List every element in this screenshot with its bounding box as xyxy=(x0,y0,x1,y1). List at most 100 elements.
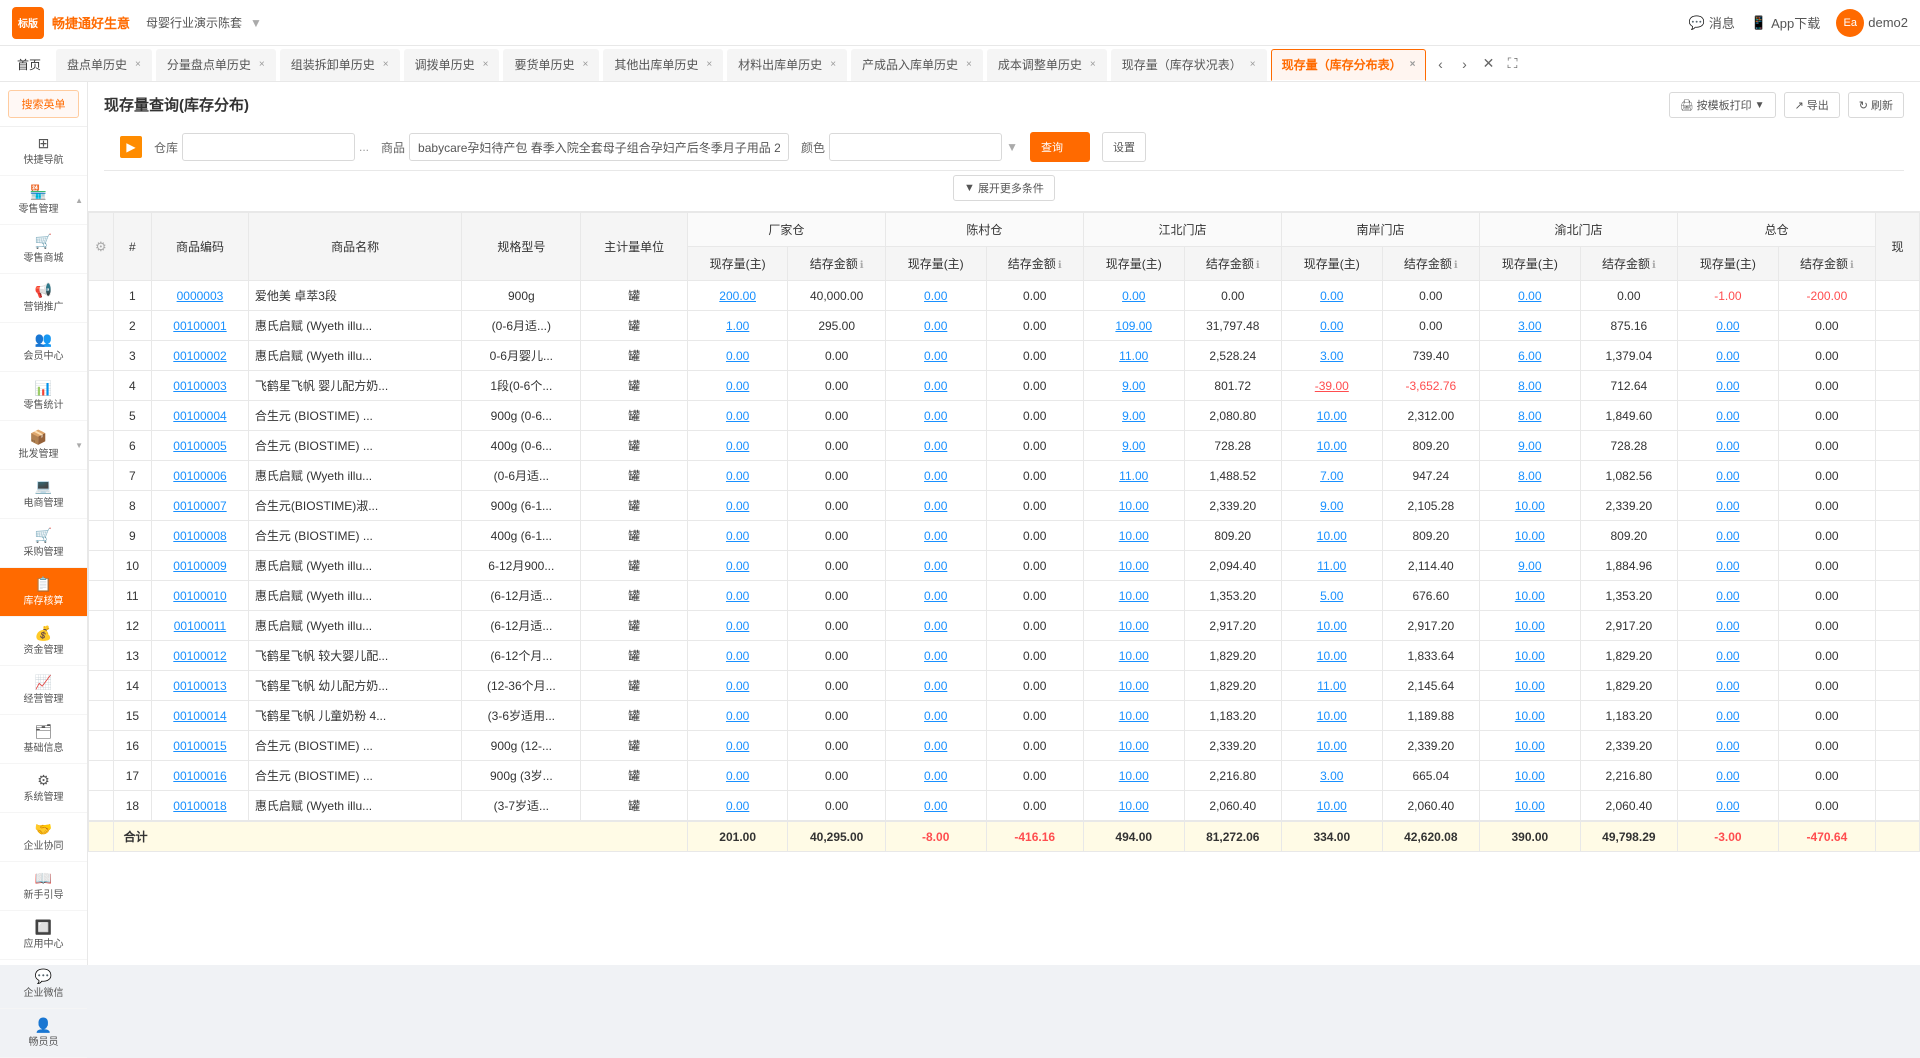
tab-qitachuku[interactable]: 其他出库单历史 × xyxy=(603,49,723,81)
row-nanan-qty: 11.00 xyxy=(1281,671,1382,701)
sidebar-item-lingshoushangcheng[interactable]: 🛒 零售商城 xyxy=(0,225,87,274)
sidebar-item-lingshoutongji[interactable]: 📊 零售统计 xyxy=(0,372,87,421)
row-total-qty: 0.00 xyxy=(1678,701,1779,731)
product-code-link[interactable]: 00100003 xyxy=(173,379,226,393)
product-code-link[interactable]: 00100001 xyxy=(173,319,226,333)
refresh-btn[interactable]: ↻ 刷新 xyxy=(1848,92,1904,118)
message-btn[interactable]: 💬 消息 xyxy=(1689,13,1735,32)
tab-cailiaochuku[interactable]: 材料出库单历史 × xyxy=(727,49,847,81)
product-code-link[interactable]: 00100016 xyxy=(173,769,226,783)
chengjia-amt-info-icon[interactable]: ℹ xyxy=(1058,260,1062,271)
user-profile[interactable]: Ea demo2 xyxy=(1836,9,1908,37)
sidebar-item-zijin[interactable]: 💰 资金管理 xyxy=(0,617,87,666)
summary-jiangbei-amt: 81,272.06 xyxy=(1184,821,1281,852)
tab-diaopei[interactable]: 调拨单历史 × xyxy=(404,49,500,81)
tab-chengpinruku-close[interactable]: × xyxy=(966,59,972,70)
nanan-amt-info-icon[interactable]: ℹ xyxy=(1454,260,1458,271)
tab-yaohuo-close[interactable]: × xyxy=(582,59,588,70)
sidebar-item-kuaijie[interactable]: ⊞ 快捷导航 xyxy=(0,127,87,176)
jiangbei-amt-info-icon[interactable]: ℹ xyxy=(1256,260,1260,271)
tab-zuhe[interactable]: 组装拆卸单历史 × xyxy=(280,49,400,81)
row-spec: 400g (6-1... xyxy=(462,521,581,551)
sidebar-item-qiyeweixin[interactable]: 💬 企业微信 xyxy=(0,960,87,1009)
product-code-link[interactable]: 00100014 xyxy=(173,709,226,723)
color-dropdown-icon[interactable]: ▼ xyxy=(1006,140,1018,154)
tab-zuhe-close[interactable]: × xyxy=(383,59,389,70)
expand-more-btn[interactable]: ▼ 展开更多条件 xyxy=(953,175,1055,201)
app-download-btn[interactable]: 📱 App下载 xyxy=(1751,13,1820,32)
product-code-link[interactable]: 00100009 xyxy=(173,559,226,573)
tab-xianzailiang-kuanchuang[interactable]: 现存量（库存状况表） × xyxy=(1111,49,1267,81)
tab-yaohuo[interactable]: 要货单历史 × xyxy=(503,49,599,81)
sidebar-item-changyuan[interactable]: 👤 畅员员 xyxy=(0,1009,87,1058)
sidebar-item-kucun[interactable]: 📋 库存核算 xyxy=(0,568,87,617)
product-code-link[interactable]: 00100004 xyxy=(173,409,226,423)
row-num: 5 xyxy=(113,401,151,431)
product-code-link[interactable]: 00100008 xyxy=(173,529,226,543)
color-input[interactable] xyxy=(829,133,1002,161)
tab-pandian-single[interactable]: 盘点单历史 × xyxy=(56,49,152,81)
sidebar-item-caigou[interactable]: 🛒 采购管理 xyxy=(0,519,87,568)
product-input[interactable] xyxy=(409,133,789,161)
tab-chengbentiaojie[interactable]: 成本调整单历史 × xyxy=(987,49,1107,81)
tab-home[interactable]: 首页 xyxy=(6,49,52,81)
tab-close-all-btn[interactable]: ✕ xyxy=(1476,52,1500,76)
sidebar-item-huiyuan[interactable]: 👥 会员中心 xyxy=(0,323,87,372)
row-jiangbei-amt: 1,829.20 xyxy=(1184,641,1281,671)
product-code-link[interactable]: 00100010 xyxy=(173,589,226,603)
product-code-link[interactable]: 0000003 xyxy=(177,289,224,303)
tab-maximize-btn[interactable]: ⛶ xyxy=(1500,52,1524,76)
tab-prev-btn[interactable]: ‹ xyxy=(1428,52,1452,76)
tab-fenpan-close[interactable]: × xyxy=(259,59,265,70)
column-settings-icon[interactable]: ⚙ xyxy=(95,239,107,254)
sidebar-item-xitong[interactable]: ⚙ 系统管理 xyxy=(0,764,87,813)
product-code-link[interactable]: 00100005 xyxy=(173,439,226,453)
factory-amt-info-icon[interactable]: ℹ xyxy=(860,260,864,271)
sidebar-item-pifa[interactable]: 📦 批发管理 ▼ xyxy=(0,421,87,470)
company-dropdown-icon[interactable]: ▼ xyxy=(250,16,262,30)
sidebar-item-jichu[interactable]: 🗂 基础信息 xyxy=(0,715,87,764)
product-code-link[interactable]: 00100018 xyxy=(173,799,226,813)
product-code-link[interactable]: 00100006 xyxy=(173,469,226,483)
export-btn[interactable]: ↗ 导出 xyxy=(1784,92,1840,118)
sidebar-item-jingying[interactable]: 📈 经营管理 xyxy=(0,666,87,715)
row-chengjia-amt: 0.00 xyxy=(986,611,1083,641)
company-selector[interactable]: 母婴行业演示陈套 xyxy=(146,14,242,31)
sidebar-item-dianshang[interactable]: 💻 电商管理 xyxy=(0,470,87,519)
product-code-link[interactable]: 00100002 xyxy=(173,349,226,363)
sidebar-item-yingyong[interactable]: 🔲 应用中心 xyxy=(0,911,87,960)
product-code-link[interactable]: 00100013 xyxy=(173,679,226,693)
product-code-link[interactable]: 00100011 xyxy=(174,619,227,633)
tab-fenbu-close[interactable]: × xyxy=(1410,59,1416,70)
tab-chengbentiaojie-close[interactable]: × xyxy=(1090,59,1096,70)
warehouse-dots[interactable]: ... xyxy=(359,140,369,154)
sidebar-item-yingxiao[interactable]: 📢 营销推广 xyxy=(0,274,87,323)
row-nanan-qty: 10.00 xyxy=(1281,791,1382,822)
total-amt-info-icon[interactable]: ℹ xyxy=(1850,260,1854,271)
tab-kuanchuang-close[interactable]: × xyxy=(1250,59,1256,70)
tab-cailiaochuku-close[interactable]: × xyxy=(830,59,836,70)
tab-next-btn[interactable]: › xyxy=(1452,52,1476,76)
tab-pandian-close[interactable]: × xyxy=(135,59,141,70)
sidebar-search-button[interactable]: 搜索英单 xyxy=(8,90,79,118)
tab-qitachuku-close[interactable]: × xyxy=(706,59,712,70)
row-factory-amt: 0.00 xyxy=(788,701,885,731)
filter-expand-arrow[interactable]: ▶ xyxy=(120,136,142,158)
sidebar-item-qiyexietong[interactable]: 🤝 企业协同 xyxy=(0,813,87,862)
row-factory-qty: 0.00 xyxy=(687,761,788,791)
product-code-link[interactable]: 00100007 xyxy=(173,499,226,513)
print-btn[interactable]: 🖨 按模板打印 ▼ xyxy=(1669,92,1776,118)
settings-btn[interactable]: 设置 xyxy=(1102,132,1146,162)
tab-diaopei-close[interactable]: × xyxy=(483,59,489,70)
tab-xianzailiang-fenbu[interactable]: 现存量（库存分布表） × xyxy=(1271,49,1427,81)
product-code-link[interactable]: 00100015 xyxy=(173,739,226,753)
sidebar-item-xinshou[interactable]: 📖 新手引导 xyxy=(0,862,87,911)
tab-fenpan[interactable]: 分量盘点单历史 × xyxy=(156,49,276,81)
row-yubei-qty: 10.00 xyxy=(1480,731,1581,761)
sidebar-item-lingshou[interactable]: 🏪 零售管理 ▲ xyxy=(0,176,87,225)
warehouse-input[interactable] xyxy=(182,133,355,161)
query-btn[interactable]: 查询 xyxy=(1030,132,1090,162)
yubei-amt-info-icon[interactable]: ℹ xyxy=(1652,260,1656,271)
tab-chengpinruku[interactable]: 产成品入库单历史 × xyxy=(851,49,983,81)
product-code-link[interactable]: 00100012 xyxy=(173,649,226,663)
